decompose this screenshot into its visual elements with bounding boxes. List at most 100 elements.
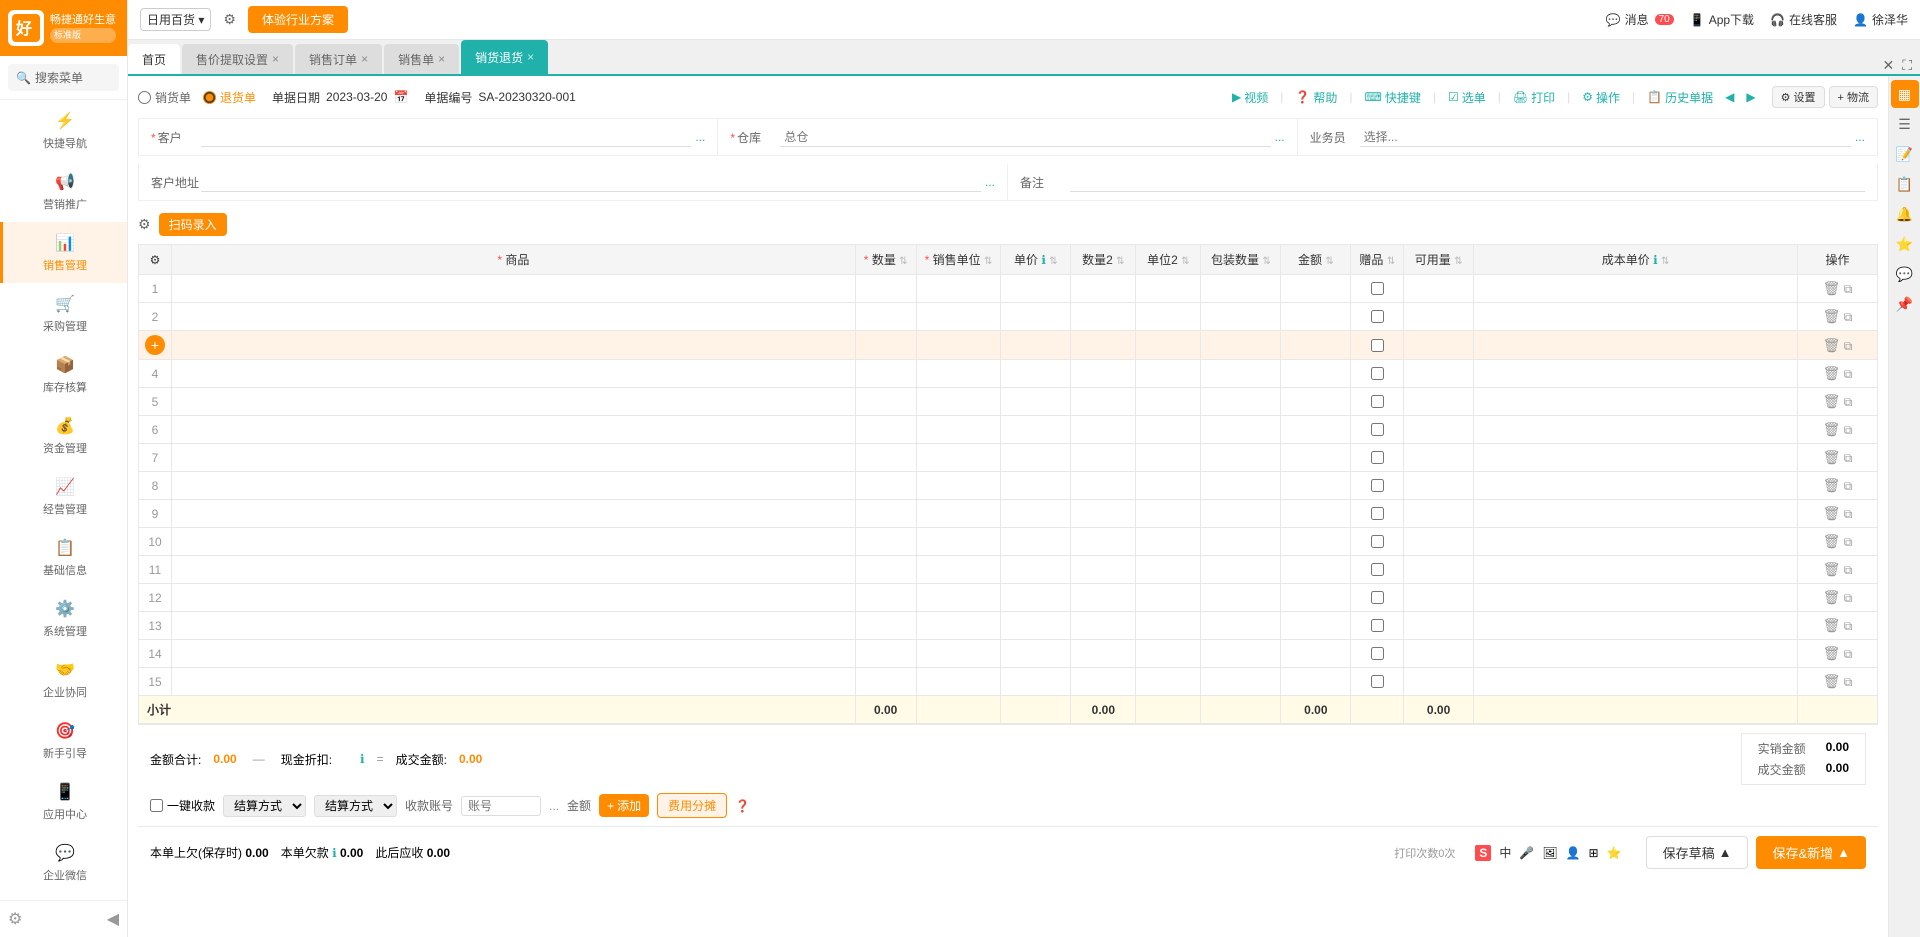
row-qty2-1[interactable] [1071,275,1136,303]
prev-record-btn[interactable]: ◀ [1725,90,1734,104]
row-unit-12[interactable] [916,584,1001,612]
row-unit2-15[interactable] [1136,668,1201,696]
qty2-sort-icon[interactable]: ⇅ [1116,256,1124,267]
row-price-5[interactable] [1001,388,1071,416]
row-price-2[interactable] [1001,303,1071,331]
row-qty-15[interactable] [855,668,916,696]
row-unit-13[interactable] [916,612,1001,640]
unit2-sort-icon[interactable]: ⇅ [1181,256,1189,267]
row-product-15[interactable] [172,668,856,696]
row-pkgqty-5[interactable] [1201,388,1281,416]
row-qty2-15[interactable] [1071,668,1136,696]
row-price-1[interactable] [1001,275,1071,303]
sidebar-item-shortcut[interactable]: ⚡快捷导航 [0,100,127,161]
row-gift-4[interactable] [1351,360,1404,388]
row-qty2-5[interactable] [1071,388,1136,416]
row-amount-6[interactable] [1281,416,1351,444]
copy-row-btn-2[interactable]: ⧉ [1844,310,1853,325]
row-avail-4[interactable] [1404,360,1474,388]
row-product-9[interactable] [172,500,856,528]
tab-close-4[interactable]: × [527,50,534,64]
customer-input[interactable] [201,128,691,147]
row-qty-8[interactable] [855,472,916,500]
row-product-4[interactable] [172,360,856,388]
search-menu-button[interactable]: 🔍 搜索菜单 [8,64,119,91]
row-product-1[interactable] [172,275,856,303]
user-profile-btn[interactable]: 👤 徐泽华 [1853,11,1908,28]
product-input-6[interactable] [178,422,849,437]
copy-row-btn-15[interactable]: ⧉ [1844,675,1853,690]
unit-sort-icon[interactable]: ⇅ [984,256,992,267]
row-cost-4[interactable] [1474,360,1798,388]
row-amount-9[interactable] [1281,500,1351,528]
row-avail-11[interactable] [1404,556,1474,584]
row-avail-10[interactable] [1404,528,1474,556]
row-price-4[interactable] [1001,360,1071,388]
copy-row-btn-14[interactable]: ⧉ [1844,647,1853,662]
product-input-3[interactable] [178,338,849,353]
calendar-icon[interactable]: 📅 [393,90,408,104]
row-product-12[interactable] [172,584,856,612]
row-amount-8[interactable] [1281,472,1351,500]
address-input[interactable] [201,173,981,192]
sidebar-item-inventory[interactable]: 📦库存核算 [0,344,127,405]
row-qty2-3[interactable] [1071,331,1136,360]
add-fee-btn[interactable]: + 添加 [599,794,649,817]
operation-btn[interactable]: ⚙ 操作 [1582,89,1620,106]
table-settings-btn[interactable]: ⚙ [138,216,151,233]
pin-icon[interactable]: 📌 [1891,290,1919,318]
row-qty-5[interactable] [855,388,916,416]
row-price-10[interactable] [1001,528,1071,556]
taskbar-star-icon[interactable]: ⭐ [1607,846,1622,860]
row-avail-2[interactable] [1404,303,1474,331]
row-price-9[interactable] [1001,500,1071,528]
row-qty2-4[interactable] [1071,360,1136,388]
row-unit-2[interactable] [916,303,1001,331]
row-gift-15[interactable] [1351,668,1404,696]
row-pkgqty-9[interactable] [1201,500,1281,528]
list-icon[interactable]: 📋 [1891,170,1919,198]
row-unit2-12[interactable] [1136,584,1201,612]
row-cost-11[interactable] [1474,556,1798,584]
price-info-icon[interactable]: ℹ [1041,253,1046,267]
row-product-3[interactable] [172,331,856,360]
grid1-icon[interactable]: ▦ [1891,80,1919,108]
history-btn[interactable]: 📋 历史单据 [1647,89,1713,106]
row-product-14[interactable] [172,640,856,668]
row-avail-12[interactable] [1404,584,1474,612]
settings-btn[interactable]: ⚙ 设置 [1772,86,1825,108]
row-gift-7[interactable] [1351,444,1404,472]
row-cost-1[interactable] [1474,275,1798,303]
row-pkgqty-3[interactable] [1201,331,1281,360]
row-gift-6[interactable] [1351,416,1404,444]
return-order-radio[interactable] [203,91,216,104]
address-lookup-btn[interactable]: ... [985,175,995,189]
row-avail-5[interactable] [1404,388,1474,416]
row-unit2-10[interactable] [1136,528,1201,556]
product-input-4[interactable] [178,366,849,381]
row-cost-7[interactable] [1474,444,1798,472]
one-click-pay-checkbox[interactable]: 一键收款 [150,797,215,814]
row-pkgqty-8[interactable] [1201,472,1281,500]
row-unit-9[interactable] [916,500,1001,528]
discount-info-icon[interactable]: ℹ [360,752,365,766]
copy-row-btn-11[interactable]: ⧉ [1844,563,1853,578]
row-price-11[interactable] [1001,556,1071,584]
row-qty2-6[interactable] [1071,416,1136,444]
row-cost-15[interactable] [1474,668,1798,696]
row-price-8[interactable] [1001,472,1071,500]
gift-check-9[interactable] [1371,507,1384,520]
gift-check-8[interactable] [1371,479,1384,492]
row-qty-9[interactable] [855,500,916,528]
row-unit2-2[interactable] [1136,303,1201,331]
copy-row-btn-13[interactable]: ⧉ [1844,619,1853,634]
sidebar-item-operations[interactable]: 📈经营管理 [0,466,127,527]
row-avail-6[interactable] [1404,416,1474,444]
row-price-14[interactable] [1001,640,1071,668]
gift-check-2[interactable] [1371,310,1384,323]
maximize-btn[interactable]: ⛶ [1902,57,1912,74]
row-price-6[interactable] [1001,416,1071,444]
row-unit2-3[interactable] [1136,331,1201,360]
star-icon[interactable]: ⭐ [1891,230,1919,258]
row-cost-13[interactable] [1474,612,1798,640]
